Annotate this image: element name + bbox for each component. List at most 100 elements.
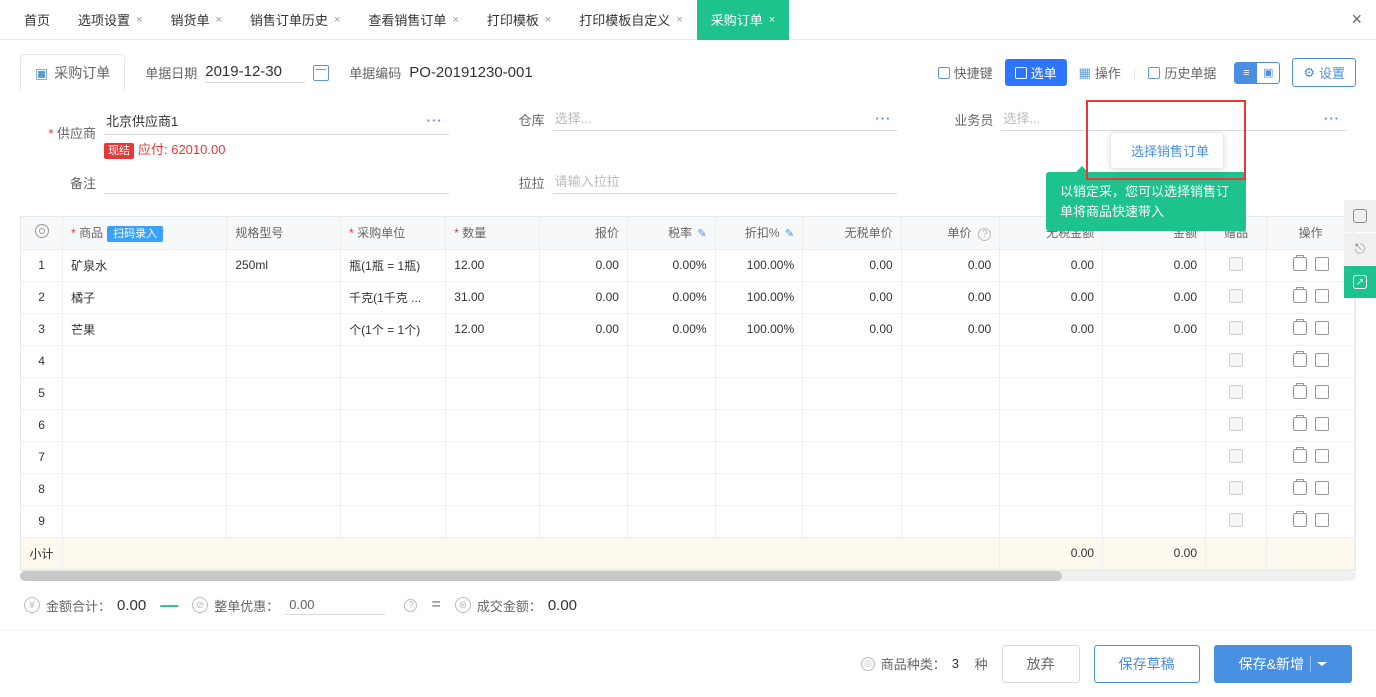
table-row[interactable]: 2橘子千克(1千克 ...31.000.000.00%100.00%0.000.… [21,281,1355,313]
cell-spec[interactable] [227,473,341,505]
copy-icon[interactable] [1315,353,1329,367]
salesman-input[interactable]: ··· [1001,107,1346,131]
cell-discount[interactable]: 100.00% [715,249,803,281]
close-icon[interactable]: × [136,14,142,26]
cell-gift[interactable] [1206,313,1267,345]
checkbox-icon[interactable] [1229,353,1243,367]
cell-product[interactable] [63,409,227,441]
cell-spec[interactable] [227,441,341,473]
cell-no-tax-price[interactable]: 0.00 [803,281,902,313]
cell-unit[interactable] [341,441,446,473]
tab-print-template[interactable]: 打印模板× [473,0,565,40]
cell-qty[interactable] [446,441,540,473]
cell-no-tax-amount[interactable] [1000,345,1103,377]
cell-no-tax-amount[interactable] [1000,505,1103,537]
trash-icon[interactable] [1293,353,1307,367]
calendar-icon[interactable] [313,65,329,81]
copy-icon[interactable] [1315,417,1329,431]
cell-discount[interactable] [715,441,803,473]
checkbox-icon[interactable] [1229,321,1243,335]
trash-icon[interactable] [1293,321,1307,335]
warehouse-input[interactable]: ··· [553,107,898,131]
cell-amount[interactable]: 0.00 [1103,281,1206,313]
tab-option-settings[interactable]: 选项设置× [64,0,156,40]
cell-amount[interactable]: 0.00 [1103,249,1206,281]
cell-unit-price[interactable]: 0.00 [901,281,1000,313]
cell-tax[interactable]: 0.00% [627,249,715,281]
cell-product[interactable] [63,505,227,537]
cell-unit[interactable] [341,473,446,505]
cell-tax[interactable] [627,441,715,473]
close-icon[interactable]: × [676,14,682,26]
cell-tax[interactable]: 0.00% [627,281,715,313]
copy-icon[interactable] [1315,481,1329,495]
more-icon[interactable]: ··· [423,113,447,128]
supplier-input[interactable]: 北京供应商1 ··· [104,107,449,135]
cell-tax[interactable] [627,377,715,409]
cell-no-tax-amount[interactable]: 0.00 [1000,313,1103,345]
cell-qty[interactable] [446,473,540,505]
copy-icon[interactable] [1315,385,1329,399]
cell-price[interactable] [540,409,628,441]
close-icon[interactable]: × [334,14,340,26]
cell-product[interactable]: 矿泉水 [63,249,227,281]
cell-amount[interactable] [1103,441,1206,473]
cell-discount[interactable]: 100.00% [715,281,803,313]
cell-spec[interactable] [227,505,341,537]
cell-amount[interactable] [1103,473,1206,505]
cell-gift[interactable] [1206,281,1267,313]
cell-discount[interactable] [715,409,803,441]
copy-icon[interactable] [1315,321,1329,335]
tab-purchase-order[interactable]: 采购订单× [697,0,789,40]
cell-no-tax-amount[interactable] [1000,409,1103,441]
cell-spec[interactable] [227,313,341,345]
checkbox-icon[interactable] [1229,417,1243,431]
tab-print-template-custom[interactable]: 打印模板自定义× [565,0,696,40]
cell-no-tax-price[interactable]: 0.00 [803,249,902,281]
card-view-icon[interactable]: ▣ [1257,63,1279,83]
cell-price[interactable] [540,377,628,409]
cell-product[interactable]: 芒果 [63,313,227,345]
cell-price[interactable] [540,505,628,537]
rail-link-button[interactable]: ⎋ [1344,233,1376,265]
close-all-icon[interactable]: × [1351,9,1362,30]
abandon-button[interactable]: 放弃 [1002,645,1080,683]
close-icon[interactable]: × [215,14,221,26]
cell-no-tax-price[interactable] [803,409,902,441]
cell-unit-price[interactable] [901,505,1000,537]
cell-qty[interactable] [446,505,540,537]
shortcut-button[interactable]: 快捷键 [932,59,999,86]
copy-icon[interactable] [1315,513,1329,527]
col-gear[interactable] [21,217,63,249]
table-row[interactable]: 8 [21,473,1355,505]
edit-icon[interactable]: ✎ [785,228,794,240]
cell-no-tax-amount[interactable] [1000,473,1103,505]
cell-gift[interactable] [1206,441,1267,473]
discount-input[interactable]: 0.00 [285,595,385,615]
close-icon[interactable]: × [769,14,775,26]
tab-home[interactable]: 首页 [10,0,64,40]
cell-no-tax-price[interactable] [803,473,902,505]
cell-amount[interactable] [1103,345,1206,377]
trash-icon[interactable] [1293,289,1307,303]
cell-gift[interactable] [1206,409,1267,441]
view-toggle[interactable]: ≡▣ [1234,62,1280,84]
cell-unit-price[interactable] [901,345,1000,377]
save-new-button[interactable]: 保存&新增 [1214,645,1352,683]
select-sales-order-item[interactable]: 选择销售订单 [1125,141,1209,160]
table-row[interactable]: 6 [21,409,1355,441]
scrollbar-thumb[interactable] [20,571,1062,581]
tab-sales-slip[interactable]: 销货单× [156,0,235,40]
cell-spec[interactable] [227,377,341,409]
lala-input[interactable] [553,170,898,194]
more-icon[interactable]: ··· [1320,111,1344,126]
edit-icon[interactable]: ✎ [697,228,706,240]
close-icon[interactable]: × [545,14,551,26]
rail-note-button[interactable] [1344,200,1376,232]
cell-no-tax-price[interactable] [803,441,902,473]
cell-unit[interactable] [341,505,446,537]
trash-icon[interactable] [1293,417,1307,431]
cell-qty[interactable]: 12.00 [446,249,540,281]
scan-input-button[interactable]: 扫码录入 [107,226,163,242]
more-icon[interactable]: ··· [871,111,895,126]
